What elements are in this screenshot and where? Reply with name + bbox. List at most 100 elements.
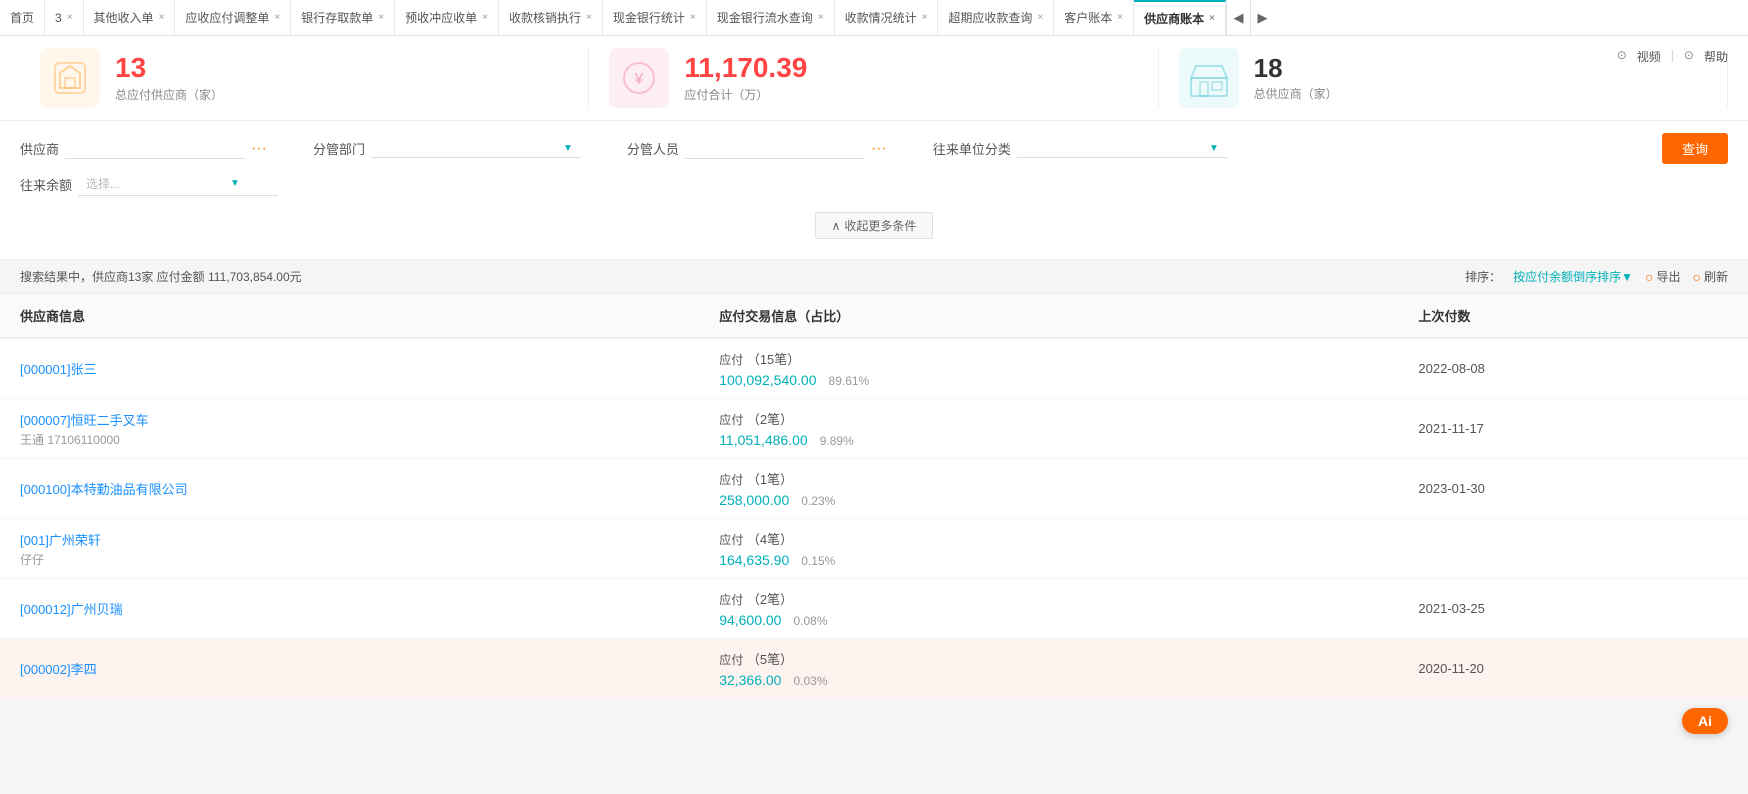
video-link[interactable]: 视频 — [1637, 48, 1661, 65]
total-payable-amount: 11,170.39 — [684, 54, 807, 82]
close-icon[interactable]: × — [159, 12, 165, 23]
transaction-cell: 应付 （2笔）11,051,486.009.89% — [699, 399, 1398, 459]
table-row: [000012]广州贝瑞应付 （2笔）94,600.000.08%2021-03… — [0, 579, 1748, 639]
supplier-contact: 王通 17106110000 — [20, 431, 679, 448]
tx-count: （2笔） — [747, 592, 793, 607]
close-icon[interactable]: × — [922, 12, 928, 23]
col-last-pay: 上次付数 — [1398, 294, 1748, 338]
transaction-cell: 应付 （15笔）100,092,540.0089.61% — [699, 338, 1398, 399]
close-icon[interactable]: × — [1037, 12, 1043, 23]
nav-tab-home[interactable]: 首页 — [0, 0, 45, 36]
nav-tab-ar-ap-adjust[interactable]: 应收应付调整单 × — [175, 0, 291, 36]
nav-tab-bank-deposit[interactable]: 银行存取款单 × — [291, 0, 395, 36]
close-icon[interactable]: × — [482, 12, 488, 23]
close-icon[interactable]: × — [274, 12, 280, 23]
tx-type: 应付 — [719, 413, 743, 427]
tx-amount[interactable]: 94,600.00 — [719, 612, 781, 628]
store-icon — [1179, 48, 1239, 108]
supplier-link[interactable]: [000012]广州贝瑞 — [20, 602, 123, 617]
tx-type: 应付 — [719, 593, 743, 607]
nav-tab-customer-ledger[interactable]: 客户账本 × — [1054, 0, 1134, 36]
supplier-link[interactable]: [000001]张三 — [20, 362, 97, 377]
close-icon[interactable]: × — [586, 12, 592, 23]
close-icon[interactable]: × — [690, 12, 696, 23]
balance-select[interactable]: 选择... ▼ — [78, 172, 278, 196]
person-input[interactable] — [685, 138, 865, 159]
supplier-link[interactable]: [000002]李四 — [20, 662, 97, 677]
close-icon[interactable]: × — [1209, 13, 1215, 24]
category-label: 往来单位分类 — [933, 139, 1011, 158]
nav-tab-3[interactable]: 3 × — [45, 0, 84, 36]
transaction-cell: 应付 （1笔） 258,000.00 0.23% — [699, 459, 1398, 519]
transaction-cell: 应付 （4笔）164,635.900.15% — [699, 519, 1398, 579]
sort-value[interactable]: 按应付余额倒序排序▼ — [1513, 268, 1633, 285]
person-dots-icon[interactable]: ··· — [871, 140, 887, 158]
supplier-link[interactable]: [001]广州荣轩 — [20, 533, 101, 548]
balance-placeholder: 选择... — [86, 175, 226, 192]
circle-icon: ⊙ — [1617, 48, 1627, 65]
results-actions: 排序： 按应付余额倒序排序▼ ○ 导出 ○ 刷新 — [1465, 268, 1728, 285]
nav-tab-cash-bank-stats[interactable]: 现金银行统计 × — [603, 0, 707, 36]
ai-button[interactable]: Ai — [1682, 708, 1728, 734]
table-row: [001]广州荣轩仔仔 应付 （4笔）164,635.900.15% — [0, 519, 1748, 579]
tx-percentage: 0.23% — [801, 494, 835, 508]
supplier-icon — [40, 48, 100, 108]
supplier-link[interactable]: [000007]恒旺二手叉车 — [20, 413, 149, 428]
nav-tab-collection-stats[interactable]: 收款情况统计 × — [835, 0, 939, 36]
person-filter: 分管人员 ··· — [627, 138, 887, 159]
last-pay-cell: 2023-01-30 — [1398, 459, 1748, 519]
tx-count: （1笔） — [747, 472, 793, 487]
close-icon[interactable]: × — [378, 12, 384, 23]
nav-tab-advance-offset[interactable]: 预收冲应收单 × — [395, 0, 499, 36]
tx-amount[interactable]: 32,366.00 — [719, 672, 781, 688]
nav-tab-other-income[interactable]: 其他收入单 × — [84, 0, 176, 36]
tx-type: 应付 — [719, 353, 743, 367]
nav-tab-overdue-query[interactable]: 超期应收款查询 × — [938, 0, 1054, 36]
stats-row: 13 总应付供应商（家） ¥ 11,170.39 应付合计（万） — [0, 36, 1748, 121]
nav-tab-cash-flow[interactable]: 现金银行流水查询 × — [707, 0, 835, 36]
nav-prev-arrow[interactable]: ◀ — [1226, 0, 1250, 36]
category-select[interactable]: ▼ — [1017, 140, 1227, 158]
dept-select[interactable]: ▼ — [371, 140, 581, 158]
total-suppliers-count: 18 — [1254, 55, 1338, 81]
tx-amount[interactable]: 258,000.00 — [719, 492, 789, 508]
table-row: [000007]恒旺二手叉车王通 17106110000 应付 （2笔）11,05… — [0, 399, 1748, 459]
nav-next-arrow[interactable]: ▶ — [1250, 0, 1274, 36]
chevron-up-icon: ∧ — [832, 219, 841, 233]
table-header: 供应商信息 应付交易信息（占比） 上次付数 — [0, 294, 1748, 338]
supplier-label: 供应商 — [20, 139, 59, 158]
tx-amount[interactable]: 100,092,540.00 — [719, 372, 816, 388]
tx-percentage: 0.08% — [793, 614, 827, 628]
nav-tab-supplier-ledger[interactable]: 供应商账本 × — [1134, 0, 1226, 36]
total-suppliers-label: 总供应商（家） — [1254, 85, 1338, 102]
supplier-dots-icon[interactable]: ··· — [251, 140, 267, 158]
results-summary: 搜索结果中，供应商13家 应付金额 111,703,854.00元 — [20, 268, 302, 285]
last-pay-cell: 2020-11-20 — [1398, 639, 1748, 699]
nav-tab-collection-exec[interactable]: 收款核销执行 × — [499, 0, 603, 36]
export-icon: ○ — [1645, 269, 1653, 285]
search-button[interactable]: 查询 — [1662, 133, 1728, 164]
last-pay-cell: 2022-08-08 — [1398, 338, 1748, 399]
dept-label: 分管部门 — [313, 139, 365, 158]
close-icon[interactable]: × — [67, 12, 73, 23]
dept-filter: 分管部门 ▼ — [313, 139, 581, 158]
last-pay-cell: 2021-11-17 — [1398, 399, 1748, 459]
export-button[interactable]: ○ 导出 — [1645, 268, 1680, 285]
supplier-link[interactable]: [000100]本特勤油品有限公司 — [20, 482, 188, 497]
supplier-contact: 仔仔 — [20, 551, 679, 568]
close-icon[interactable]: × — [818, 12, 824, 23]
transaction-cell: 应付 （5笔）32,366.000.03% — [699, 639, 1398, 699]
transaction-cell: 应付 （2笔） 94,600.00 0.08% — [699, 579, 1398, 639]
close-icon[interactable]: × — [1117, 12, 1123, 23]
refresh-button[interactable]: ○ 刷新 — [1693, 268, 1728, 285]
tx-amount[interactable]: 164,635.90 — [719, 552, 789, 568]
supplier-input[interactable] — [65, 138, 245, 159]
help-link[interactable]: 帮助 — [1704, 48, 1728, 65]
tx-type: 应付 — [719, 533, 743, 547]
tx-type: 应付 — [719, 473, 743, 487]
top-right-links: ⊙ 视频 | ⊙ 帮助 — [1617, 48, 1728, 65]
collapse-button[interactable]: ∧ 收起更多条件 — [815, 212, 934, 239]
tx-amount[interactable]: 11,051,486.00 — [719, 432, 808, 448]
supplier-cell: [000012]广州贝瑞 — [0, 579, 699, 639]
person-label: 分管人员 — [627, 139, 679, 158]
